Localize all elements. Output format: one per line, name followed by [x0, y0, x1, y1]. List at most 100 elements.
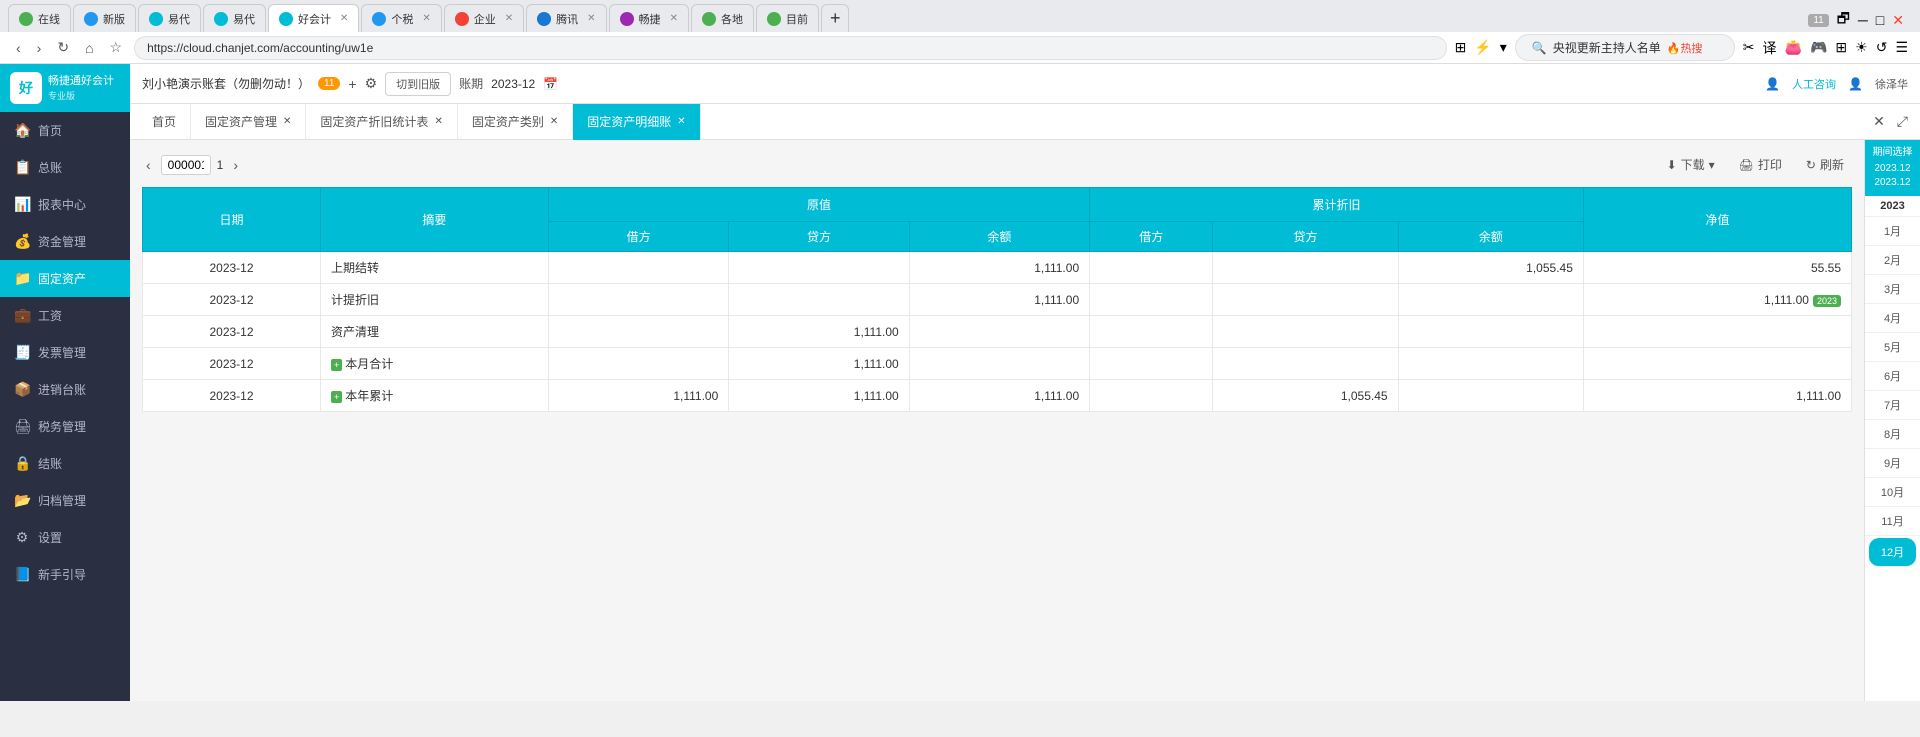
maximize-icon[interactable]: □	[1876, 12, 1884, 28]
sidebar-item-guide[interactable]: 📘 新手引导	[0, 556, 130, 593]
prev-page-btn[interactable]: ‹	[142, 155, 155, 175]
settings-icon[interactable]: ☀	[1855, 39, 1868, 56]
browser-tab-gedi[interactable]: 各地	[691, 4, 754, 32]
period-month-item[interactable]: 2月	[1865, 246, 1920, 275]
period-month-item[interactable]: 4月	[1865, 304, 1920, 333]
page-tab-close-fa-management[interactable]: ✕	[283, 116, 291, 127]
bookmark-btn[interactable]: ☆	[106, 37, 127, 58]
restore-window-icon[interactable]: 🗗	[1837, 8, 1850, 32]
browser-tab-close-geshui[interactable]: ✕	[422, 13, 430, 24]
url-bar[interactable]: https://cloud.chanjet.com/accounting/uw1…	[134, 36, 1446, 60]
refresh-btn[interactable]: ↻ 刷新	[1798, 152, 1852, 177]
add-account-btn[interactable]: +	[348, 76, 356, 92]
lightning-icon[interactable]: ⚡	[1474, 39, 1491, 56]
forward-btn[interactable]: ›	[33, 38, 46, 58]
page-tab-home[interactable]: 首页	[138, 104, 191, 140]
period-month-item[interactable]: 7月	[1865, 391, 1920, 420]
logo-icon: 好	[10, 72, 42, 104]
browser-tab-online[interactable]: 在线	[8, 4, 71, 32]
browser-tab-tengxun[interactable]: 腾讯 ✕	[526, 4, 606, 32]
close-browser-icon[interactable]: ✕	[1892, 12, 1904, 29]
page-tab-fa-category[interactable]: 固定资产类别 ✕	[458, 104, 573, 140]
sales-icon: 📦	[14, 381, 30, 398]
dropdown-icon[interactable]: ▾	[1500, 39, 1507, 56]
browser-tab-muqian[interactable]: 目前	[756, 4, 819, 32]
refresh-icon: ↻	[1806, 158, 1816, 172]
page-tab-close-fa-detail[interactable]: ✕	[677, 116, 685, 127]
tab-label-yidai1: 易代	[168, 11, 190, 27]
sidebar-item-archive[interactable]: 📂 归档管理	[0, 482, 130, 519]
sidebar-item-home[interactable]: 🏠 首页	[0, 112, 130, 149]
sidebar-item-tax[interactable]: 🖨 税务管理	[0, 408, 130, 445]
sidebar-label-closing: 结账	[38, 455, 62, 472]
sidebar-item-settings[interactable]: ⚙ 设置	[0, 519, 130, 556]
back-btn[interactable]: ‹	[12, 38, 25, 58]
page-tab-fa-management[interactable]: 固定资产管理 ✕	[191, 104, 306, 140]
settings-account-btn[interactable]: ⚙	[365, 75, 378, 92]
sidebar-item-funds[interactable]: 💰 资金管理	[0, 223, 130, 260]
qr-icon[interactable]: ⊞	[1455, 39, 1467, 56]
page-tab-fa-depreciation[interactable]: 固定资产折旧统计表 ✕	[306, 104, 457, 140]
browser-tab-close-qiye[interactable]: ✕	[505, 13, 513, 24]
cell-leiji-credit	[1213, 252, 1398, 284]
sidebar-item-fixed-assets[interactable]: 📁 固定资产	[0, 260, 130, 297]
browser-tab-haokuaiji[interactable]: 好会计 ✕	[268, 4, 359, 32]
period-month-item[interactable]: 10月	[1865, 478, 1920, 507]
browser-tab-close-tengxun[interactable]: ✕	[587, 13, 595, 24]
period-calendar-icon[interactable]: 📅	[543, 77, 558, 91]
download-btn[interactable]: ⬇ 下载 ▾	[1659, 152, 1723, 177]
period-month-item[interactable]: 5月	[1865, 333, 1920, 362]
year-badge: 2023	[1813, 295, 1841, 307]
cell-net-value	[1583, 348, 1851, 380]
next-page-btn[interactable]: ›	[229, 155, 242, 175]
browser-tab-new[interactable]: 新版	[73, 4, 136, 32]
cell-yuanzhi-credit: 1,111.00	[729, 380, 909, 412]
browser-tab-qiye[interactable]: 企业 ✕	[444, 4, 524, 32]
switch-old-version-btn[interactable]: 切到旧版	[385, 72, 451, 96]
minimize-icon[interactable]: ─	[1858, 12, 1868, 28]
home-btn[interactable]: ⌂	[81, 38, 97, 58]
col-yuanzhi-debit-header: 借方	[548, 222, 728, 252]
browser-tab-yidai2[interactable]: 易代	[203, 4, 266, 32]
browser-tab-new-tab[interactable]: +	[821, 4, 850, 32]
cell-date: 2023-12	[143, 316, 321, 348]
refresh-btn[interactable]: ↻	[53, 37, 73, 58]
sidebar-label-settings: 设置	[38, 529, 62, 546]
sidebar-item-reports[interactable]: 📊 报表中心	[0, 186, 130, 223]
browser-tab-yidai1[interactable]: 易代	[138, 4, 201, 32]
page-tab-fa-detail-label: 固定资产明细账	[587, 113, 671, 130]
period-month-item[interactable]: 1月	[1865, 217, 1920, 246]
close-tab-btn[interactable]: ✕	[1869, 109, 1889, 134]
period-month-item[interactable]: 9月	[1865, 449, 1920, 478]
consult-btn[interactable]: 人工咨询	[1792, 76, 1836, 92]
sidebar-item-invoice[interactable]: 🧾 发票管理	[0, 334, 130, 371]
browser-tab-geshui[interactable]: 个税 ✕	[361, 4, 441, 32]
grid-icon[interactable]: ⊞	[1835, 39, 1847, 56]
translate-icon[interactable]: 译	[1763, 38, 1777, 58]
sidebar-item-closing[interactable]: 🔒 结账	[0, 445, 130, 482]
browser-tab-close-changjie[interactable]: ✕	[670, 13, 678, 24]
browser-tab-changjie[interactable]: 畅捷 ✕	[609, 4, 689, 32]
menu-icon[interactable]: ☰	[1895, 39, 1908, 56]
period-month-item[interactable]: 11月	[1865, 507, 1920, 536]
period-month-item[interactable]: 8月	[1865, 420, 1920, 449]
sidebar-item-ledger[interactable]: 📋 总账	[0, 149, 130, 186]
scissors-icon[interactable]: ✂	[1743, 39, 1755, 56]
sidebar-item-sales[interactable]: 📦 进销台账	[0, 371, 130, 408]
game-icon[interactable]: 🎮	[1810, 39, 1827, 56]
page-tab-fa-detail[interactable]: 固定资产明细账 ✕	[573, 104, 700, 140]
wallet-icon[interactable]: 👛	[1785, 39, 1802, 56]
period-month-item[interactable]: 6月	[1865, 362, 1920, 391]
maximize-tab-btn[interactable]: ⤢	[1893, 109, 1912, 134]
period-month-item[interactable]: 3月	[1865, 275, 1920, 304]
sidebar-item-payroll[interactable]: 💼 工资	[0, 297, 130, 334]
page-tab-close-fa-category[interactable]: ✕	[550, 116, 558, 127]
cell-yuanzhi-balance: 1,111.00	[909, 252, 1089, 284]
page-tab-close-fa-depreciation[interactable]: ✕	[434, 116, 442, 127]
page-number-input[interactable]	[161, 155, 211, 175]
undo-icon[interactable]: ↺	[1876, 39, 1888, 56]
period-month-item[interactable]: 12月	[1869, 538, 1916, 567]
cell-leiji-credit	[1213, 284, 1398, 316]
print-btn[interactable]: 🖨 打印	[1731, 152, 1790, 177]
browser-tab-close-haokuaiji[interactable]: ✕	[340, 13, 348, 24]
